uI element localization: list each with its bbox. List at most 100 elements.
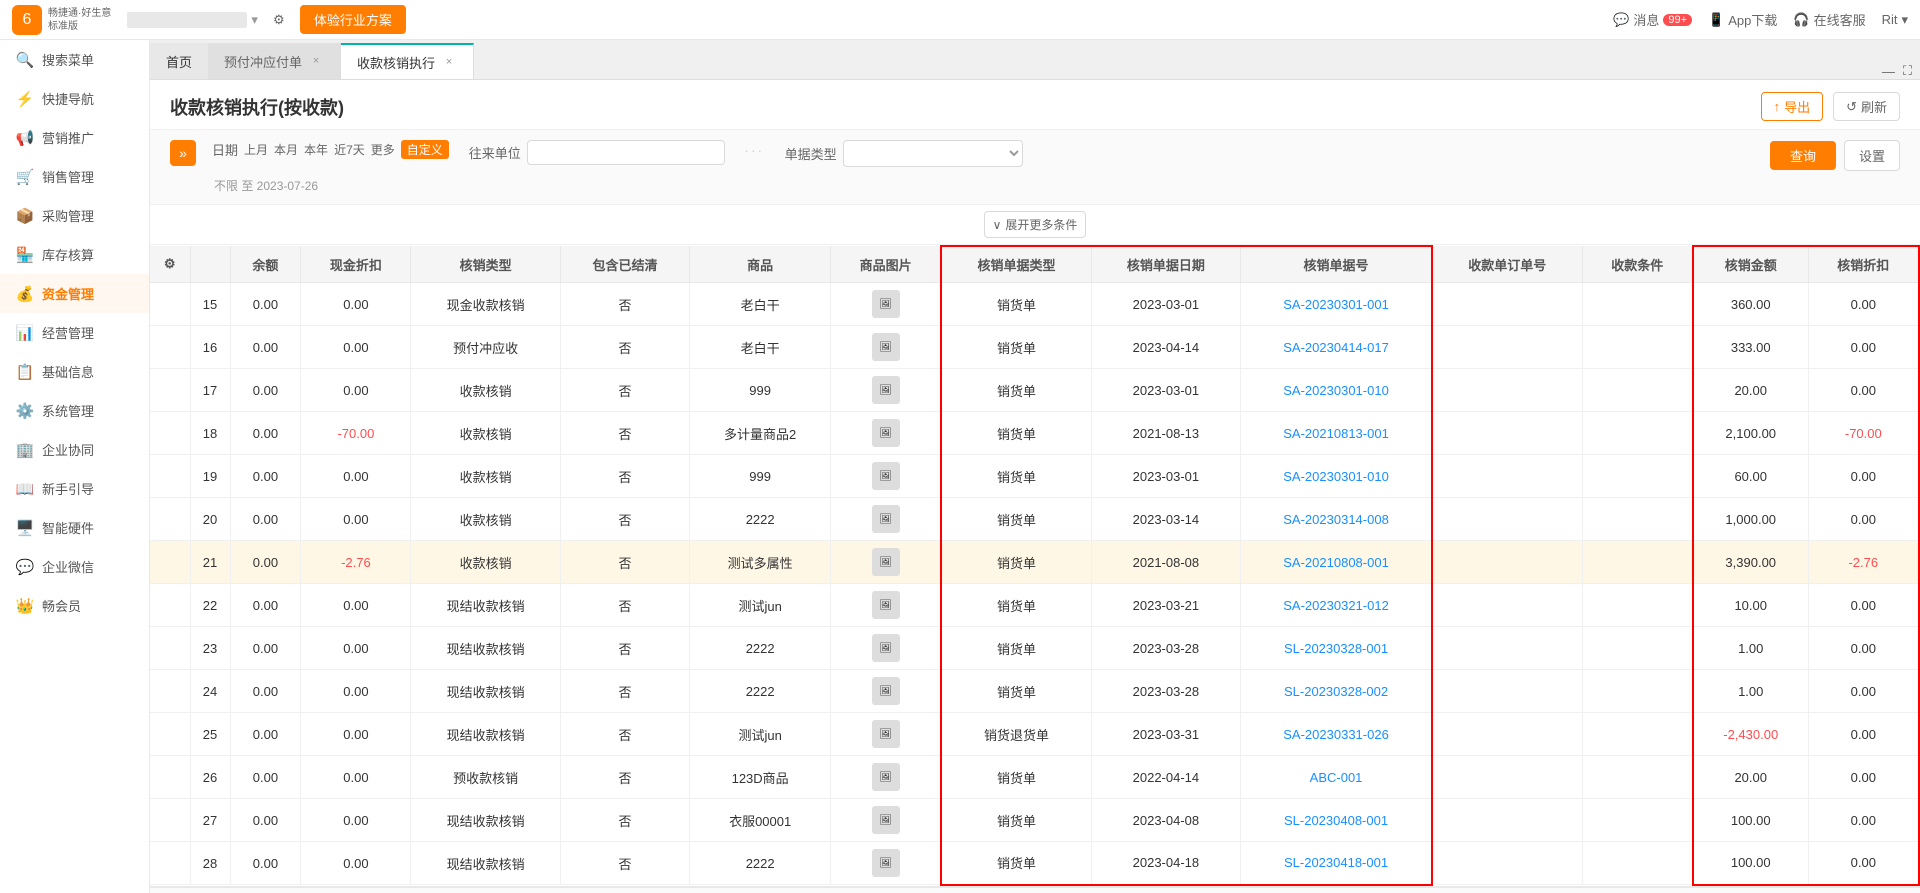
expand-more-bar: ∨ 展开更多条件 — [150, 205, 1920, 245]
cancel-no-link[interactable]: SA-20210808-001 — [1283, 555, 1389, 570]
online-service-button[interactable]: 🎧 在线客服 — [1793, 10, 1865, 29]
tab-receipt-cancel-close[interactable]: × — [441, 54, 457, 70]
table-row: 21 0.00 -2.76 收款核销 否 测试多属性 🖼 销货单 2021-08… — [150, 541, 1919, 584]
table-row: 19 0.00 0.00 收款核销 否 999 🖼 销货单 2023-03-01… — [150, 455, 1919, 498]
guide-icon: 📖 — [16, 480, 34, 498]
industry-solution-button[interactable]: 体验行业方案 — [300, 5, 406, 34]
cell-settings — [150, 713, 190, 756]
expand-more-button[interactable]: ∨ 展开更多条件 — [984, 211, 1087, 238]
corp-icon: 🏢 — [16, 441, 34, 459]
cancel-no-link[interactable]: SL-20230408-001 — [1284, 813, 1388, 828]
logo-text: 畅捷通·好生意 标准版 — [48, 7, 111, 33]
cell-cancel-no: SA-20210813-001 — [1241, 412, 1433, 455]
sidebar-item-purchase[interactable]: 📦采购管理 — [0, 196, 149, 235]
sidebar-item-operation[interactable]: 📊经营管理 — [0, 313, 149, 352]
sidebar-item-hardware[interactable]: 🖥️智能硬件 — [0, 508, 149, 547]
sidebar-item-wechat[interactable]: 💬企业微信 — [0, 547, 149, 586]
sidebar-item-search[interactable]: 🔍搜索菜单 — [0, 40, 149, 79]
col-cancel-voucher-type: 核销单据类型 — [941, 246, 1091, 283]
cell-cancel-discount: 0.00 — [1808, 455, 1919, 498]
sidebar-item-member[interactable]: 👑畅会员 — [0, 586, 149, 625]
cell-cancel-discount: 0.00 — [1808, 627, 1919, 670]
cell-goods-img: 🖼 — [830, 842, 941, 885]
date-opt-7days[interactable]: 近7天 — [334, 141, 365, 158]
partner-input[interactable] — [527, 140, 725, 165]
sidebar-item-corp[interactable]: 🏢企业协同 — [0, 430, 149, 469]
cell-balance: 0.00 — [230, 713, 301, 756]
cell-rownum: 17 — [190, 369, 230, 412]
cancel-no-link[interactable]: SA-20230331-026 — [1283, 727, 1389, 742]
date-options: 上月 本月 本年 近7天 更多 自定义 — [244, 140, 449, 159]
tab-receipt-cancel-label: 收款核销执行 — [357, 53, 435, 72]
cancel-no-link[interactable]: SA-20230414-017 — [1283, 340, 1389, 355]
table-wrapper[interactable]: ⚙ 余额 现金折扣 核销类型 包含已结清 商品 商品图片 核销单据类型 核销单据… — [150, 245, 1920, 893]
date-opt-more[interactable]: 更多 — [371, 141, 395, 158]
query-button[interactable]: 查询 — [1770, 141, 1836, 170]
settings-button[interactable]: 设置 — [1844, 140, 1900, 171]
cell-receipt-order-no — [1432, 455, 1582, 498]
cell-rownum: 15 — [190, 283, 230, 326]
cancel-no-link[interactable]: SL-20230328-001 — [1284, 641, 1388, 656]
tab-expand-icon[interactable]: ⛶ — [1903, 63, 1912, 79]
cell-cancel-amount: 360.00 — [1693, 283, 1808, 326]
cell-receipt-order-no — [1432, 326, 1582, 369]
cancel-no-link[interactable]: SA-20210813-001 — [1283, 426, 1389, 441]
wechat-icon: 💬 — [16, 558, 34, 576]
cancel-no-link[interactable]: SA-20230321-012 — [1283, 598, 1389, 613]
cell-cancel-type: 现结收款核销 — [411, 670, 560, 713]
cancel-no-link[interactable]: SL-20230418-001 — [1284, 855, 1388, 870]
cell-cancel-amount: 20.00 — [1693, 369, 1808, 412]
col-settings-icon[interactable]: ⚙ — [164, 256, 176, 271]
cell-receipt-order-no — [1432, 842, 1582, 885]
filter-toggle-button[interactable]: » — [170, 140, 196, 166]
cell-cancel-discount: 0.00 — [1808, 283, 1919, 326]
col-settings[interactable]: ⚙ — [150, 246, 190, 283]
cell-goods: 测试jun — [690, 584, 831, 627]
date-opt-this-year[interactable]: 本年 — [304, 141, 328, 158]
tab-prepay-close[interactable]: × — [308, 53, 324, 69]
data-table: ⚙ 余额 现金折扣 核销类型 包含已结清 商品 商品图片 核销单据类型 核销单据… — [150, 245, 1920, 886]
table-row: 28 0.00 0.00 现结收款核销 否 2222 🖼 销货单 2023-04… — [150, 842, 1919, 885]
app-download-button[interactable]: 📱 App下载 — [1708, 10, 1777, 29]
date-opt-custom[interactable]: 自定义 — [401, 140, 449, 159]
cell-cancel-discount: -70.00 — [1808, 412, 1919, 455]
export-button[interactable]: ↑ 导出 — [1761, 92, 1824, 121]
cell-goods-img: 🖼 — [830, 756, 941, 799]
sidebar-item-finance[interactable]: 💰资金管理 — [0, 274, 149, 313]
sidebar-item-label: 搜索菜单 — [42, 50, 94, 69]
sidebar-item-basic[interactable]: 📋基础信息 — [0, 352, 149, 391]
cell-goods: 2222 — [690, 842, 831, 885]
date-opt-last-month[interactable]: 上月 — [244, 141, 268, 158]
sidebar-item-marketing[interactable]: 📢营销推广 — [0, 118, 149, 157]
date-opt-this-month[interactable]: 本月 — [274, 141, 298, 158]
tab-minimize-icon[interactable]: — — [1882, 64, 1895, 79]
sidebar-item-sales[interactable]: 🛒销售管理 — [0, 157, 149, 196]
cancel-no-link[interactable]: SA-20230314-008 — [1283, 512, 1389, 527]
refresh-button[interactable]: ↺ 刷新 — [1833, 92, 1900, 121]
cell-settings — [150, 584, 190, 627]
cell-cancel-date: 2023-03-01 — [1091, 369, 1240, 412]
cell-settings — [150, 498, 190, 541]
cancel-no-link[interactable]: ABC-001 — [1310, 770, 1363, 785]
sidebar-item-shortcut[interactable]: ⚡快捷导航 — [0, 79, 149, 118]
cancel-no-link[interactable]: SA-20230301-010 — [1283, 383, 1389, 398]
org-selector[interactable]: ▾ — [127, 12, 258, 28]
sidebar-item-system[interactable]: ⚙️系统管理 — [0, 391, 149, 430]
cell-balance: 0.00 — [230, 326, 301, 369]
cancel-no-link[interactable]: SL-20230328-002 — [1284, 684, 1388, 699]
sidebar-item-inventory[interactable]: 🏪库存核算 — [0, 235, 149, 274]
gear-button[interactable]: ⚙ — [266, 7, 292, 33]
cell-cancel-date: 2023-03-14 — [1091, 498, 1240, 541]
sidebar-item-guide[interactable]: 📖新手引导 — [0, 469, 149, 508]
cancel-no-link[interactable]: SA-20230301-010 — [1283, 469, 1389, 484]
cell-cancel-no: SL-20230408-001 — [1241, 799, 1433, 842]
cancel-no-link[interactable]: SA-20230301-001 — [1283, 297, 1389, 312]
message-button[interactable]: 💬 消息 99+ — [1613, 10, 1692, 29]
user-menu[interactable]: Rit ▾ — [1882, 12, 1908, 28]
tab-receipt-cancel[interactable]: 收款核销执行 × — [341, 43, 474, 79]
cell-cancel-type: 现结收款核销 — [411, 713, 560, 756]
voucher-type-select[interactable] — [843, 140, 1023, 167]
tab-prepay[interactable]: 预付冲应付单 × — [208, 43, 341, 79]
cell-cancel-amount: 1,000.00 — [1693, 498, 1808, 541]
tab-home[interactable]: 首页 — [150, 43, 208, 79]
